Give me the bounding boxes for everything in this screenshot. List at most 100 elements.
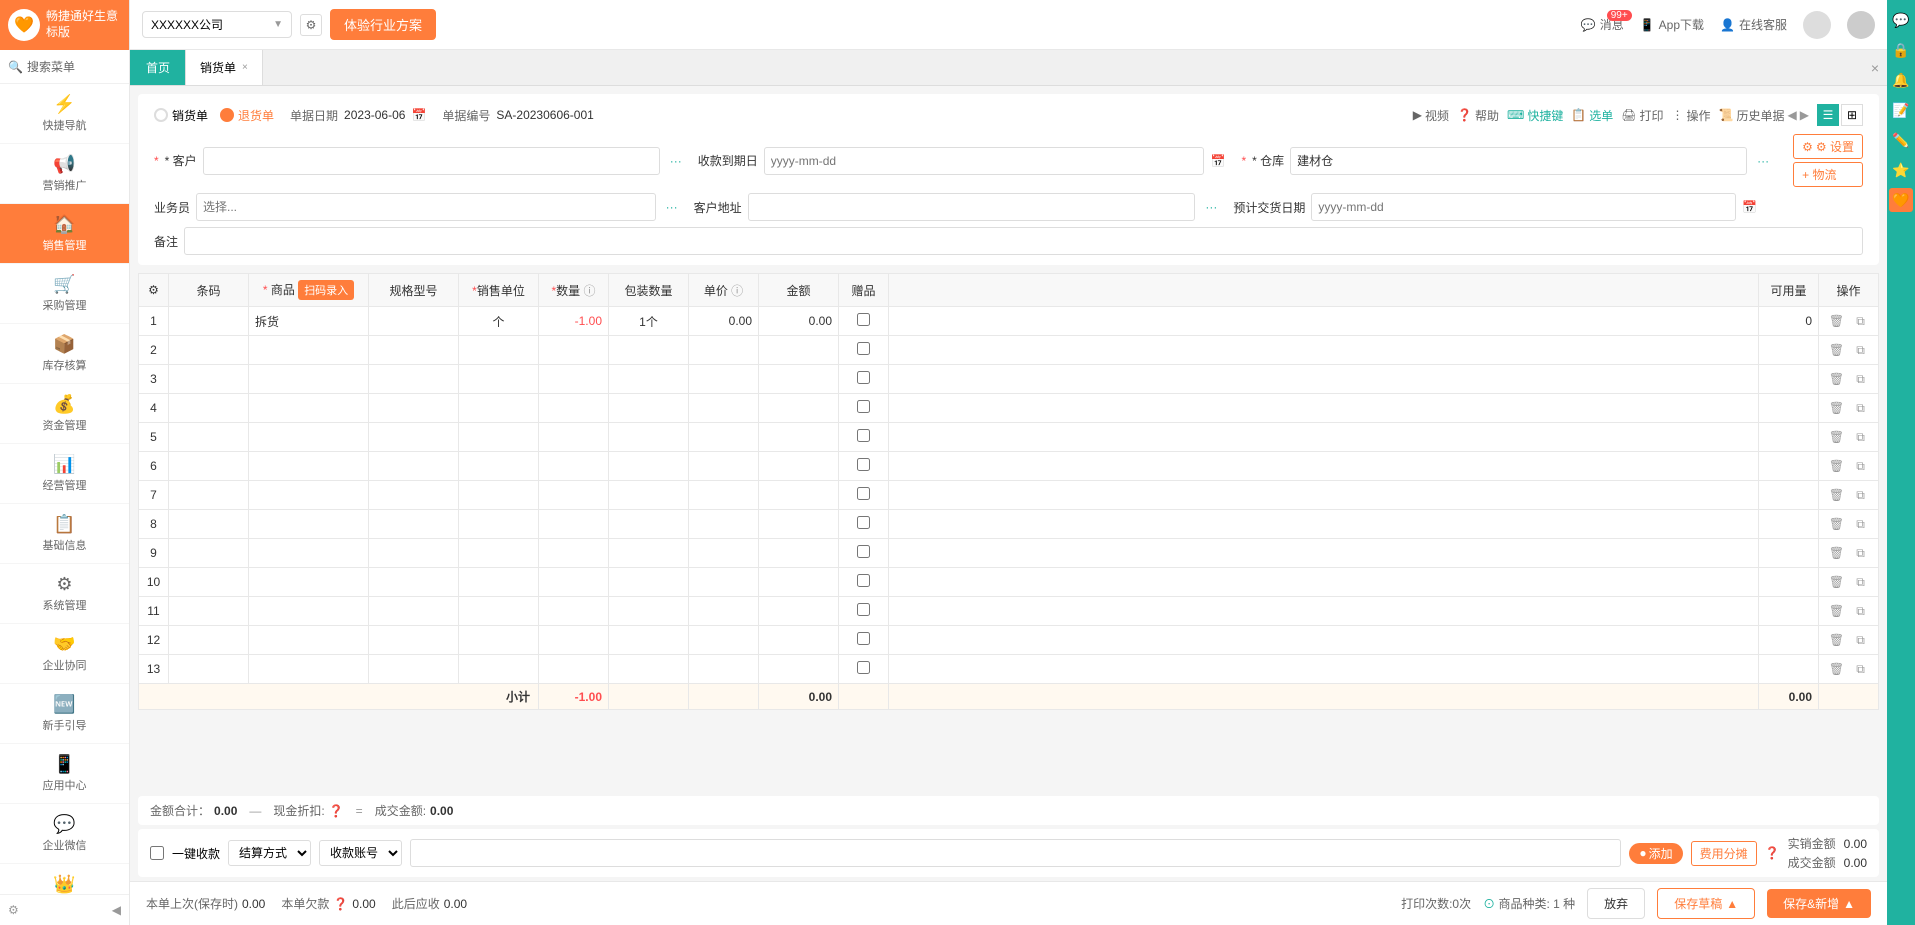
cell-amount[interactable] <box>759 568 839 597</box>
cell-spec[interactable] <box>369 307 459 336</box>
expense-button[interactable]: 费用分摊 <box>1691 841 1757 866</box>
cell-price[interactable] <box>689 568 759 597</box>
cell-amount[interactable] <box>759 481 839 510</box>
cell-goods[interactable] <box>249 481 369 510</box>
cell-price[interactable] <box>689 481 759 510</box>
cell-gift[interactable] <box>839 452 889 481</box>
copy-icon[interactable]: ⧉ <box>1851 369 1871 389</box>
amount-input[interactable] <box>410 839 1621 867</box>
trial-button[interactable]: 体验行业方案 <box>330 9 436 40</box>
select-btn[interactable]: 📋 选单 <box>1571 107 1613 124</box>
cell-qty[interactable] <box>539 539 609 568</box>
copy-icon[interactable]: ⧉ <box>1851 659 1871 679</box>
cell-price[interactable] <box>689 655 759 684</box>
right-panel-icon-6[interactable]: ⭐ <box>1889 158 1913 182</box>
sidebar-item-inventory[interactable]: 📦 库存核算 <box>0 324 129 384</box>
salesperson-input[interactable] <box>196 193 656 221</box>
cell-goods[interactable] <box>249 597 369 626</box>
customer-dots[interactable]: ··· <box>670 154 682 168</box>
sidebar-item-member[interactable]: 👑 畅会员 <box>0 864 129 894</box>
delete-icon[interactable]: 🗑 <box>1827 572 1847 592</box>
cell-qty[interactable] <box>539 423 609 452</box>
copy-icon[interactable]: ⧉ <box>1851 398 1871 418</box>
cell-amount[interactable] <box>759 655 839 684</box>
calendar-icon[interactable]: 📅 <box>411 108 426 122</box>
operation-btn[interactable]: ⋮ 操作 <box>1672 107 1711 124</box>
cell-gift[interactable] <box>839 539 889 568</box>
right-panel-icon-4[interactable]: 📝 <box>1889 98 1913 122</box>
cell-spec[interactable] <box>369 365 459 394</box>
expected-date-cal-icon[interactable]: 📅 <box>1742 200 1757 214</box>
cell-price[interactable] <box>689 365 759 394</box>
cell-spec[interactable] <box>369 481 459 510</box>
cell-gift[interactable] <box>839 481 889 510</box>
cell-gift[interactable] <box>839 394 889 423</box>
delete-icon[interactable]: 🗑 <box>1827 340 1847 360</box>
cell-price[interactable] <box>689 423 759 452</box>
cell-qty[interactable] <box>539 452 609 481</box>
delete-icon[interactable]: 🗑 <box>1827 427 1847 447</box>
cell-spec[interactable] <box>369 452 459 481</box>
copy-icon[interactable]: ⧉ <box>1851 630 1871 650</box>
one-click-checkbox[interactable] <box>150 846 164 860</box>
cell-spec[interactable] <box>369 394 459 423</box>
cell-amount[interactable] <box>759 510 839 539</box>
delete-icon[interactable]: 🗑 <box>1827 369 1847 389</box>
cell-qty[interactable] <box>539 626 609 655</box>
settings-button[interactable]: ⚙ ⚙ 设置 <box>1793 134 1863 159</box>
cell-amount[interactable] <box>759 597 839 626</box>
cell-amount[interactable] <box>759 365 839 394</box>
sidebar-item-finance[interactable]: 💰 资金管理 <box>0 384 129 444</box>
cell-spec[interactable] <box>369 655 459 684</box>
cell-gift[interactable] <box>839 423 889 452</box>
tab-close-icon[interactable]: × <box>242 62 248 73</box>
notes-input[interactable] <box>184 227 1863 255</box>
view-btn-grid[interactable]: ⊞ <box>1841 104 1863 126</box>
cell-barcode[interactable] <box>169 655 249 684</box>
right-panel-icon-7[interactable]: 🧡 <box>1889 188 1913 212</box>
cell-amount[interactable] <box>759 626 839 655</box>
cell-qty[interactable] <box>539 510 609 539</box>
online-support-group[interactable]: 👤 在线客服 <box>1720 16 1787 33</box>
user-avatar2[interactable] <box>1847 11 1875 39</box>
radio-return[interactable]: 退货单 <box>220 107 274 124</box>
warehouse-input[interactable] <box>1290 147 1747 175</box>
customer-input[interactable] <box>203 147 660 175</box>
message-group[interactable]: 💬 消息 99+ <box>1581 16 1624 33</box>
cell-gift[interactable] <box>839 626 889 655</box>
user-avatar[interactable] <box>1803 11 1831 39</box>
cell-goods[interactable] <box>249 394 369 423</box>
cell-qty[interactable] <box>539 597 609 626</box>
cell-gift[interactable] <box>839 365 889 394</box>
sidebar-item-shortcut[interactable]: ⚡ 快捷导航 <box>0 84 129 144</box>
delete-icon[interactable]: 🗑 <box>1827 514 1847 534</box>
right-panel-icon-1[interactable]: 💬 <box>1889 8 1913 32</box>
cell-amount[interactable] <box>759 452 839 481</box>
sidebar-item-appstore[interactable]: 📱 应用中心 <box>0 744 129 804</box>
cell-amount[interactable] <box>759 423 839 452</box>
cell-goods[interactable] <box>249 452 369 481</box>
cell-goods[interactable]: 拆货 <box>249 307 369 336</box>
cell-amount[interactable] <box>759 394 839 423</box>
save-draft-button[interactable]: 保存草稿 ▲ <box>1657 888 1755 919</box>
cell-barcode[interactable] <box>169 452 249 481</box>
cell-barcode[interactable] <box>169 394 249 423</box>
tab-close-right[interactable]: × <box>1863 50 1887 85</box>
cell-goods[interactable] <box>249 336 369 365</box>
video-btn[interactable]: ▶ 视频 <box>1413 107 1449 124</box>
cell-barcode[interactable] <box>169 365 249 394</box>
cell-barcode[interactable] <box>169 539 249 568</box>
save-new-button[interactable]: 保存&新增 ▲ <box>1767 889 1871 918</box>
copy-icon[interactable]: ⧉ <box>1851 514 1871 534</box>
sidebar-item-system[interactable]: ⚙ 系统管理 <box>0 564 129 624</box>
delete-icon[interactable]: 🗑 <box>1827 601 1847 621</box>
add-payment-button[interactable]: ● 添加 <box>1629 843 1682 864</box>
cell-qty[interactable] <box>539 394 609 423</box>
copy-icon[interactable]: ⧉ <box>1851 456 1871 476</box>
cell-goods[interactable] <box>249 568 369 597</box>
sidebar-collapse-icon[interactable]: ◀ <box>112 903 121 917</box>
sidebar-item-base[interactable]: 📋 基础信息 <box>0 504 129 564</box>
sidebar-settings-icon[interactable]: ⚙ <box>8 903 19 917</box>
cell-barcode[interactable] <box>169 336 249 365</box>
cell-price[interactable]: 0.00 <box>689 307 759 336</box>
